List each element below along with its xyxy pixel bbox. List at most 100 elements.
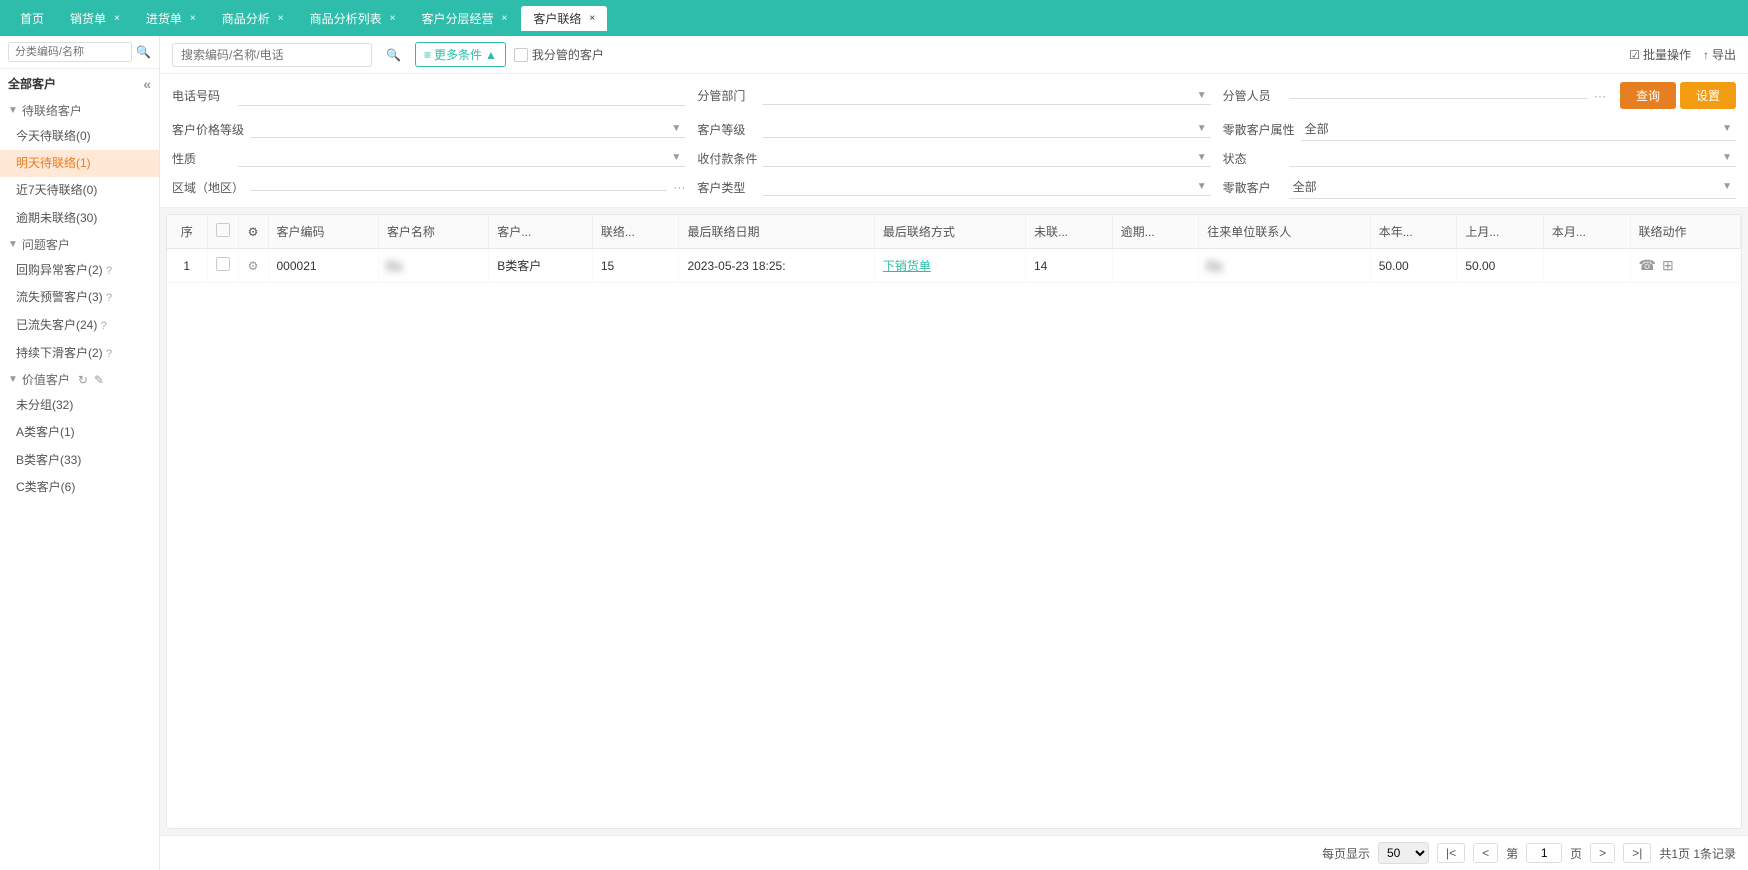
chevron-down-icon: ▼: [1197, 90, 1207, 101]
sidebar-group-value: ▼ 价值客户 ↻ ✎: [0, 367, 159, 392]
sidebar-item-typeC[interactable]: C类客户(6): [0, 474, 159, 501]
search-input[interactable]: [172, 43, 372, 67]
next-page-btn[interactable]: >: [1590, 843, 1615, 863]
cell-last-method[interactable]: 下销货单: [874, 249, 1025, 283]
sidebar-search-input[interactable]: [8, 42, 132, 62]
col-header-contact-count[interactable]: 联络...: [592, 215, 679, 249]
cell-code: 000021: [268, 249, 378, 283]
page-label: 第: [1506, 845, 1518, 862]
sidebar-item-typeA[interactable]: A类客户(1): [0, 419, 159, 446]
sidebar-item-typeB[interactable]: B类客户(33): [0, 447, 159, 474]
cell-overdue: [1112, 249, 1199, 283]
price-level-select[interactable]: ▼: [250, 120, 685, 138]
select-all-checkbox[interactable]: [216, 223, 230, 237]
col-header-not-contacted[interactable]: 未联...: [1025, 215, 1112, 249]
col-header-last-method[interactable]: 最后联络方式: [874, 215, 1025, 249]
more-conditions-btn[interactable]: ≡ 更多条件 ▲: [415, 42, 506, 67]
row-checkbox[interactable]: [216, 257, 230, 271]
collapse-icon[interactable]: «: [143, 76, 151, 92]
nav-item-customer-tier[interactable]: 客户分层经营 ×: [409, 6, 519, 31]
cell-contact-count: 15: [592, 249, 679, 283]
action-icons: ☎ ⊞: [1639, 257, 1732, 274]
query-button[interactable]: 查询: [1620, 82, 1676, 109]
col-header-last-date[interactable]: 最后联络日期: [679, 215, 874, 249]
last-page-btn[interactable]: >|: [1623, 843, 1651, 863]
cell-gear[interactable]: ⚙: [238, 249, 268, 283]
first-page-btn[interactable]: |<: [1437, 843, 1465, 863]
search-button[interactable]: 🔍: [380, 46, 407, 64]
nav-close-analysis[interactable]: ×: [278, 13, 284, 24]
col-header-check[interactable]: [207, 215, 238, 249]
sidebar-item-declining[interactable]: 持续下滑客户(2) ?: [0, 340, 159, 368]
sidebar-item-tomorrow[interactable]: 明天待联络(1): [0, 150, 159, 177]
gender-select[interactable]: ▼: [238, 149, 685, 167]
sidebar-item-churned[interactable]: 已流失客户(24) ?: [0, 312, 159, 340]
customer-type-select[interactable]: ▼: [763, 178, 1210, 196]
col-header-unit-contact[interactable]: 往来单位联系人: [1199, 215, 1371, 249]
my-customers-checkbox[interactable]: [514, 48, 528, 62]
person-more-btn[interactable]: ···: [1594, 89, 1606, 103]
refresh-icon[interactable]: ↻: [78, 373, 88, 387]
filter-retail-customer: 零散客户 全部 ▼: [1223, 175, 1736, 199]
nav-close-purchase[interactable]: ×: [190, 13, 196, 24]
col-header-overdue[interactable]: 逾期...: [1112, 215, 1199, 249]
sidebar-item-week[interactable]: 近7天待联络(0): [0, 177, 159, 204]
chevron-down-icon-4: ▼: [1722, 123, 1732, 134]
action-icon-2[interactable]: ⊞: [1662, 257, 1674, 274]
dept-select[interactable]: ▼: [763, 87, 1210, 105]
nav-item-sales[interactable]: 销货单 ×: [58, 6, 132, 31]
prev-page-btn[interactable]: <: [1473, 843, 1498, 863]
retail-customer-select[interactable]: 全部 ▼: [1289, 175, 1736, 199]
col-header-this-month[interactable]: 本月...: [1543, 215, 1630, 249]
my-customers-toggle[interactable]: 我分管的客户: [514, 46, 604, 63]
cell-last-date: 2023-05-23 18:25:: [679, 249, 874, 283]
chevron-up-icon: ▲: [485, 48, 497, 62]
nav-item-analysis-list[interactable]: 商品分析列表 ×: [298, 6, 408, 31]
nav-item-purchase[interactable]: 进货单 ×: [134, 6, 208, 31]
col-header-name[interactable]: 客户名称: [378, 215, 488, 249]
edit-icon[interactable]: ✎: [94, 373, 104, 387]
col-header-type[interactable]: 客户...: [489, 215, 593, 249]
export-btn[interactable]: ↑ 导出: [1703, 46, 1736, 63]
nav-item-home[interactable]: 首页: [8, 6, 56, 31]
data-table: 序 ⚙ 客户编码 客户名称 客户... 联络... 最后联络日期 最后联络方式 …: [167, 215, 1741, 283]
filter-icon: ≡: [424, 48, 431, 62]
phone-input[interactable]: [238, 85, 685, 106]
content-area: 🔍 ≡ 更多条件 ▲ 我分管的客户 ☑ 批量操作 ↑ 导出: [160, 36, 1748, 870]
col-header-gear[interactable]: ⚙: [238, 215, 268, 249]
table-header-row: 序 ⚙ 客户编码 客户名称 客户... 联络... 最后联络日期 最后联络方式 …: [167, 215, 1741, 249]
nav-close-customer-tier[interactable]: ×: [501, 13, 507, 24]
nav-item-analysis[interactable]: 商品分析 ×: [210, 6, 296, 31]
sidebar-item-churn-warn[interactable]: 流失预警客户(3) ?: [0, 284, 159, 312]
sidebar-item-today[interactable]: 今天待联络(0): [0, 123, 159, 150]
retail-attr-select[interactable]: 全部 ▼: [1301, 117, 1736, 141]
nav-close-analysis-list[interactable]: ×: [390, 13, 396, 24]
sidebar-all-customers[interactable]: 全部客户 «: [0, 69, 159, 98]
cell-this-month: [1543, 249, 1630, 283]
bulk-action-btn[interactable]: ☑ 批量操作: [1629, 46, 1691, 63]
nav-close-sales[interactable]: ×: [114, 13, 120, 24]
col-header-this-year[interactable]: 本年...: [1370, 215, 1457, 249]
col-header-last-month[interactable]: 上月...: [1457, 215, 1544, 249]
filter-price-level: 客户价格等级 ▼: [172, 120, 685, 138]
sidebar-search-btn[interactable]: 🔍: [136, 45, 151, 59]
action-icon-1[interactable]: ☎: [1639, 257, 1656, 274]
set-button[interactable]: 设置: [1680, 82, 1736, 109]
status-select[interactable]: ▼: [1289, 149, 1736, 167]
cell-check[interactable]: [207, 249, 238, 283]
nav-item-customer-contact[interactable]: 客户联络 ×: [521, 6, 607, 31]
filter-customer-type: 客户类型 ▼: [697, 178, 1210, 196]
page-input[interactable]: [1526, 843, 1562, 863]
region-more-btn[interactable]: ···: [673, 180, 685, 194]
filter-status: 状态 ▼: [1223, 149, 1736, 167]
main-layout: 🔍 全部客户 « ▼ 待联络客户 今天待联络(0) 明天待联络(1) 近7天待联…: [0, 36, 1748, 870]
triangle-icon: ▼: [8, 105, 18, 116]
page-size-select[interactable]: 50 10 20 100: [1378, 842, 1429, 864]
sidebar-item-overdue[interactable]: 逾期未联络(30): [0, 205, 159, 232]
payment-select[interactable]: ▼: [763, 149, 1210, 167]
nav-close-customer-contact[interactable]: ×: [589, 13, 595, 24]
sidebar-item-ungrouped[interactable]: 未分组(32): [0, 392, 159, 419]
sidebar-item-repurchase[interactable]: 回购异常客户(2) ?: [0, 257, 159, 285]
customer-level-select[interactable]: ▼: [763, 120, 1210, 138]
col-header-code[interactable]: 客户编码: [268, 215, 378, 249]
